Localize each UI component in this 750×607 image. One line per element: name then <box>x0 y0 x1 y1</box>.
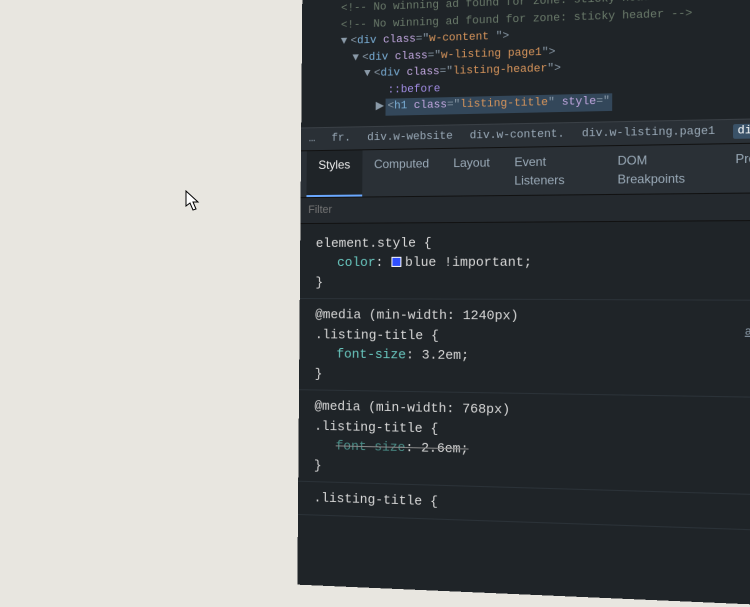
breadcrumb-item-selected[interactable]: div.listing-header <box>733 121 750 138</box>
dom-class-val: listing-header <box>453 63 547 78</box>
breadcrumb-item[interactable]: div.w-website <box>367 130 453 144</box>
breadcrumb-ellipsis[interactable]: … <box>309 133 316 145</box>
styles-filter-input[interactable] <box>308 201 387 218</box>
tab-layout[interactable]: Layout <box>441 148 502 196</box>
style-rule-media-768[interactable]: @media (min-width: 768px) .listing-title… <box>298 390 750 496</box>
breadcrumb-item[interactable]: fr. <box>331 132 350 144</box>
styles-tab-bar: Styles Computed Layout Event Listeners D… <box>301 143 750 198</box>
dom-selected-tag[interactable]: h1 <box>394 100 407 112</box>
rule-source-link[interactable]: a-list… <box>745 324 750 342</box>
dom-class-val: w-content <box>429 31 496 45</box>
tab-styles[interactable]: Styles <box>306 150 362 197</box>
rule-selector: .listing-title <box>315 327 423 343</box>
css-prop-value[interactable]: blue <box>405 255 436 270</box>
tab-properties[interactable]: Properties <box>722 143 750 193</box>
rule-selector: element.style <box>316 235 416 251</box>
css-prop-value-overridden[interactable]: 2.6em <box>421 440 461 456</box>
rule-selector: .listing-title <box>314 490 423 509</box>
css-prop-value[interactable]: 3.2em <box>422 347 462 363</box>
mouse-cursor <box>185 190 201 216</box>
color-swatch-icon[interactable] <box>391 257 401 267</box>
styles-panel: element.style { color: blue !important; … <box>298 220 750 540</box>
media-query: (min-width: 768px) <box>368 399 510 417</box>
dom-pseudo: ::before <box>388 83 441 96</box>
styles-filter-row: :hov <box>300 193 750 224</box>
tab-computed[interactable]: Computed <box>362 149 441 197</box>
dom-class-val: w-listing page1 <box>441 46 542 61</box>
css-prop-name-overridden[interactable]: font-size <box>336 438 406 455</box>
css-important: !important <box>444 255 524 270</box>
tab-event-listeners[interactable]: Event Listeners <box>502 146 605 195</box>
breadcrumb-item[interactable]: div.w-content. <box>470 128 565 142</box>
css-prop-name[interactable]: font-size <box>336 346 406 362</box>
style-rule-media-1240[interactable]: @media (min-width: 1240px) .listing-titl… <box>299 299 750 399</box>
rule-selector: .listing-title <box>314 418 422 436</box>
style-rule-element[interactable]: element.style { color: blue !important; … <box>300 224 750 300</box>
devtools-panel: ▶<div class="stickyFooterAd">…</div> ▶<d… <box>297 0 750 607</box>
breadcrumb-item[interactable]: div.w-listing.page1 <box>582 125 715 140</box>
dom-class-val: listing-title <box>460 97 548 111</box>
elements-dom-tree[interactable]: ▶<div class="stickyFooterAd">…</div> ▶<d… <box>301 0 750 127</box>
css-prop-name[interactable]: color <box>337 255 376 270</box>
tab-dom-breakpoints[interactable]: DOM Breakpoints <box>605 144 723 194</box>
media-query: (min-width: 1240px) <box>369 307 519 323</box>
